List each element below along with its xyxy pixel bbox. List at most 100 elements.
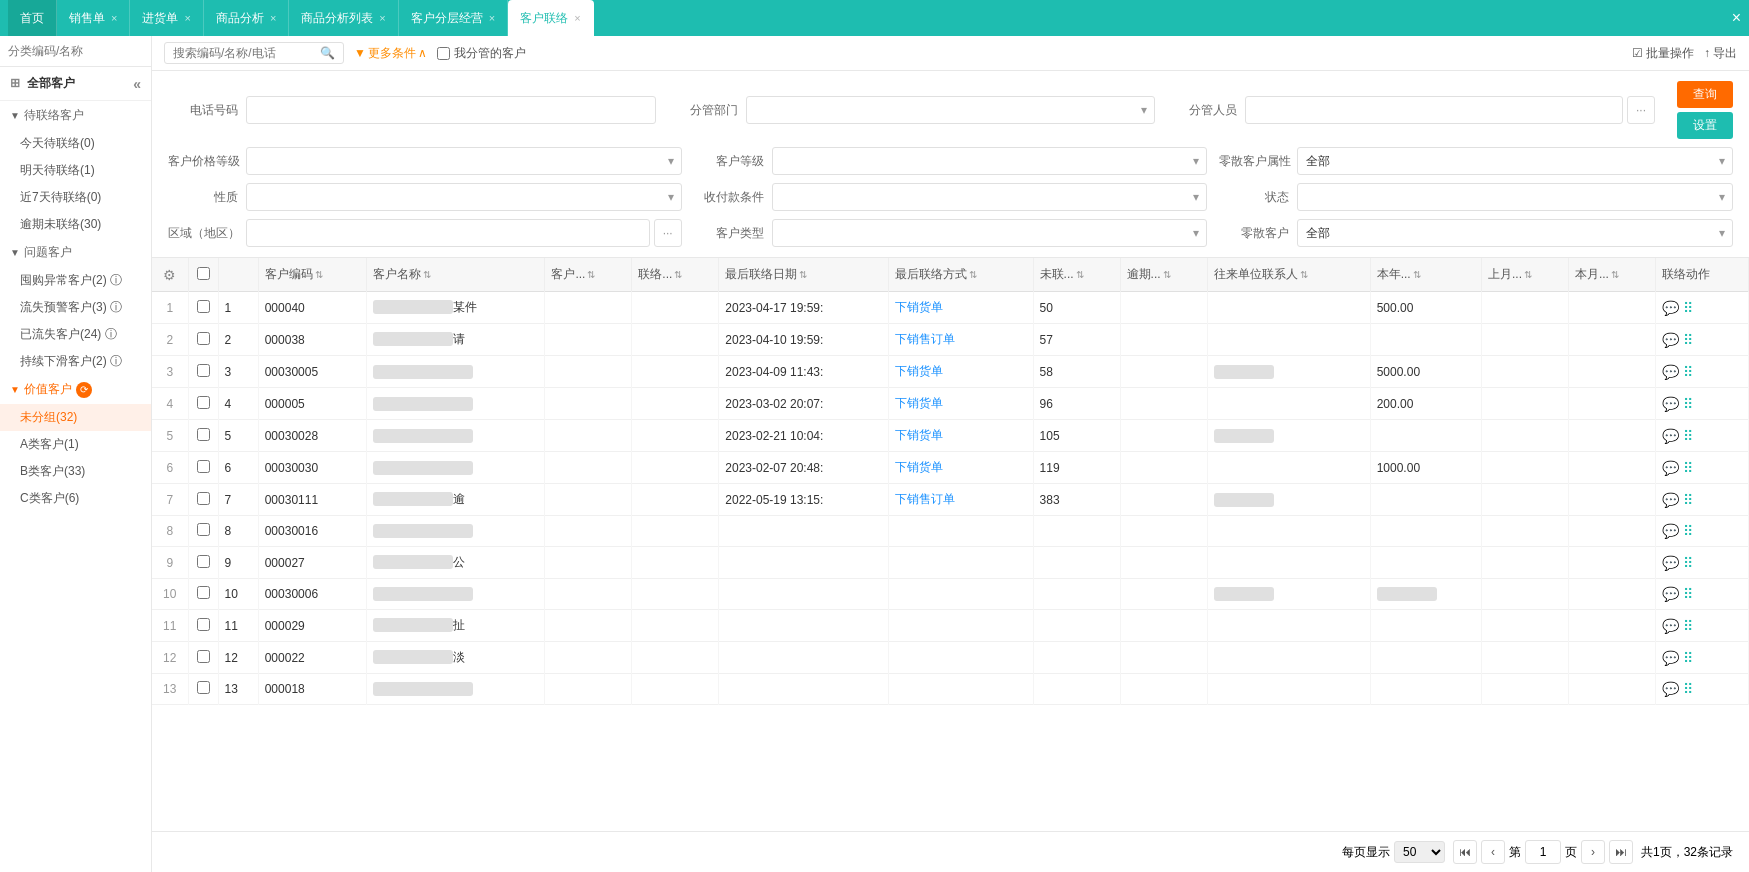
more-action-icon[interactable]: ⠿ bbox=[1683, 364, 1693, 380]
table-col-last-way[interactable]: 最后联络方式⇅ bbox=[888, 258, 1033, 292]
last-contact-way-link[interactable]: 下销售订单 bbox=[895, 492, 955, 506]
contact-icon-btn[interactable]: 💬 bbox=[1662, 460, 1679, 476]
more-action-icon[interactable]: ⠿ bbox=[1683, 650, 1693, 666]
prev-page-btn[interactable]: ‹ bbox=[1481, 840, 1505, 864]
tab-purchase-close[interactable]: × bbox=[184, 12, 190, 24]
sidebar-item-today[interactable]: 今天待联络(0) bbox=[0, 130, 151, 157]
contact-icon-btn[interactable]: 💬 bbox=[1662, 586, 1679, 602]
row-checkbox[interactable] bbox=[197, 681, 210, 694]
tab-customer-contact-close[interactable]: × bbox=[574, 12, 580, 24]
row-checkbox[interactable] bbox=[197, 555, 210, 568]
table-col-no-contact[interactable]: 未联...⇅ bbox=[1033, 258, 1120, 292]
table-col-this-year[interactable]: 本年...⇅ bbox=[1370, 258, 1481, 292]
filter-nature-select[interactable] bbox=[246, 183, 682, 211]
tab-purchase[interactable]: 进货单 × bbox=[130, 0, 203, 36]
export-btn[interactable]: ↑ 导出 bbox=[1704, 45, 1737, 62]
table-col-code[interactable]: 客户编码⇅ bbox=[258, 258, 366, 292]
sidebar-item-overdue[interactable]: 逾期未联络(30) bbox=[0, 211, 151, 238]
sidebar-item-declining[interactable]: 持续下滑客户(2) ⓘ bbox=[0, 348, 151, 375]
filter-price-level-select[interactable] bbox=[246, 147, 682, 175]
contact-icon-btn[interactable]: 💬 bbox=[1662, 492, 1679, 508]
contact-icon-btn[interactable]: 💬 bbox=[1662, 332, 1679, 348]
sidebar-item-tomorrow[interactable]: 明天待联络(1) bbox=[0, 157, 151, 184]
filter-cust-level-select[interactable] bbox=[772, 147, 1208, 175]
row-checkbox[interactable] bbox=[197, 586, 210, 599]
contact-icon-btn[interactable]: 💬 bbox=[1662, 650, 1679, 666]
sidebar-group-pending[interactable]: ▼ 待联络客户 bbox=[0, 101, 151, 130]
tab-product-analysis-close[interactable]: × bbox=[270, 12, 276, 24]
more-action-icon[interactable]: ⠿ bbox=[1683, 332, 1693, 348]
row-checkbox[interactable] bbox=[197, 364, 210, 377]
table-col-this-month[interactable]: 本月...⇅ bbox=[1568, 258, 1655, 292]
contact-icon-btn[interactable]: 💬 bbox=[1662, 300, 1679, 316]
contact-icon-btn[interactable]: 💬 bbox=[1662, 396, 1679, 412]
my-customers-checkbox[interactable]: 我分管的客户 bbox=[437, 45, 526, 62]
contact-icon-btn[interactable]: 💬 bbox=[1662, 428, 1679, 444]
sidebar-search-input[interactable] bbox=[8, 44, 152, 58]
row-checkbox[interactable] bbox=[197, 332, 210, 345]
table-col-contact-person[interactable]: 联络...⇅ bbox=[632, 258, 719, 292]
sidebar-item-hoarding[interactable]: 囤购异常客户(2) ⓘ bbox=[0, 267, 151, 294]
next-page-btn[interactable]: › bbox=[1581, 840, 1605, 864]
filter-phone-input[interactable] bbox=[246, 96, 656, 124]
filter-search-icon[interactable]: 🔍 bbox=[320, 46, 335, 60]
row-checkbox[interactable] bbox=[197, 300, 210, 313]
batch-op-btn[interactable]: ☑ 批量操作 bbox=[1632, 45, 1694, 62]
page-size-select[interactable]: 50 100 200 bbox=[1394, 841, 1445, 863]
sidebar-item-ungroup[interactable]: 未分组(32) bbox=[0, 404, 151, 431]
row-checkbox[interactable] bbox=[197, 523, 210, 536]
tab-sales[interactable]: 销售单 × bbox=[57, 0, 130, 36]
last-page-btn[interactable]: ⏭ bbox=[1609, 840, 1633, 864]
row-checkbox[interactable] bbox=[197, 396, 210, 409]
filter-search-input[interactable] bbox=[173, 46, 316, 60]
table-col-name[interactable]: 客户名称⇅ bbox=[366, 258, 544, 292]
tab-product-list-close[interactable]: × bbox=[379, 12, 385, 24]
more-conditions-btn[interactable]: ▼ 更多条件 ∧ bbox=[354, 45, 427, 62]
last-contact-way-link[interactable]: 下销货单 bbox=[895, 364, 943, 378]
tab-product-list[interactable]: 商品分析列表 × bbox=[289, 0, 398, 36]
more-action-icon[interactable]: ⠿ bbox=[1683, 681, 1693, 697]
more-action-icon[interactable]: ⠿ bbox=[1683, 555, 1693, 571]
row-checkbox[interactable] bbox=[197, 428, 210, 441]
sidebar-collapse-icon[interactable]: « bbox=[133, 76, 141, 92]
last-contact-way-link[interactable]: 下销售订单 bbox=[895, 332, 955, 346]
my-customers-check[interactable] bbox=[437, 47, 450, 60]
more-action-icon[interactable]: ⠿ bbox=[1683, 618, 1693, 634]
last-contact-way-link[interactable]: 下销货单 bbox=[895, 300, 943, 314]
sidebar-group-problem[interactable]: ▼ 问题客户 bbox=[0, 238, 151, 267]
sidebar-item-class-b[interactable]: B类客户(33) bbox=[0, 458, 151, 485]
contact-icon-btn[interactable]: 💬 bbox=[1662, 523, 1679, 539]
sidebar-item-class-a[interactable]: A类客户(1) bbox=[0, 431, 151, 458]
more-action-icon[interactable]: ⠿ bbox=[1683, 396, 1693, 412]
sidebar-group-value[interactable]: ▼ 价值客户 ⟳ bbox=[0, 375, 151, 404]
table-col-last-month[interactable]: 上月...⇅ bbox=[1482, 258, 1569, 292]
tab-home[interactable]: 首页 bbox=[8, 0, 57, 36]
close-all-tabs[interactable]: × bbox=[1732, 9, 1741, 27]
sidebar-item-churn-warning[interactable]: 流失预警客户(3) ⓘ bbox=[0, 294, 151, 321]
manager-dots-btn[interactable]: ··· bbox=[1627, 96, 1655, 124]
table-col-unit-contact[interactable]: 往来单位联系人⇅ bbox=[1207, 258, 1370, 292]
contact-icon-btn[interactable]: 💬 bbox=[1662, 618, 1679, 634]
more-action-icon[interactable]: ⠿ bbox=[1683, 586, 1693, 602]
tab-customer-contact[interactable]: 客户联络 × bbox=[508, 0, 593, 36]
sidebar-all-customers[interactable]: ⊞ 全部客户 « bbox=[0, 67, 151, 101]
sidebar-item-churned[interactable]: 已流失客户(24) ⓘ bbox=[0, 321, 151, 348]
first-page-btn[interactable]: ⏮ bbox=[1453, 840, 1477, 864]
tab-customer-segment[interactable]: 客户分层经营 × bbox=[399, 0, 508, 36]
filter-manager-input[interactable] bbox=[1245, 96, 1623, 124]
filter-dept-select[interactable] bbox=[746, 96, 1156, 124]
last-contact-way-link[interactable]: 下销货单 bbox=[895, 396, 943, 410]
filter-region-input[interactable] bbox=[246, 219, 650, 247]
more-action-icon[interactable]: ⠿ bbox=[1683, 460, 1693, 476]
more-action-icon[interactable]: ⠿ bbox=[1683, 492, 1693, 508]
sidebar-item-7days[interactable]: 近7天待联络(0) bbox=[0, 184, 151, 211]
row-checkbox[interactable] bbox=[197, 460, 210, 473]
table-col-type[interactable]: 客户...⇅ bbox=[545, 258, 632, 292]
filter-sparse-attr-select[interactable]: 全部 bbox=[1297, 147, 1733, 175]
table-col-last-date[interactable]: 最后联络日期⇅ bbox=[719, 258, 888, 292]
query-btn[interactable]: 查询 bbox=[1677, 81, 1733, 108]
select-all-checkbox[interactable] bbox=[197, 267, 210, 280]
reset-btn[interactable]: 设置 bbox=[1677, 112, 1733, 139]
row-checkbox[interactable] bbox=[197, 650, 210, 663]
tab-product-analysis[interactable]: 商品分析 × bbox=[204, 0, 289, 36]
